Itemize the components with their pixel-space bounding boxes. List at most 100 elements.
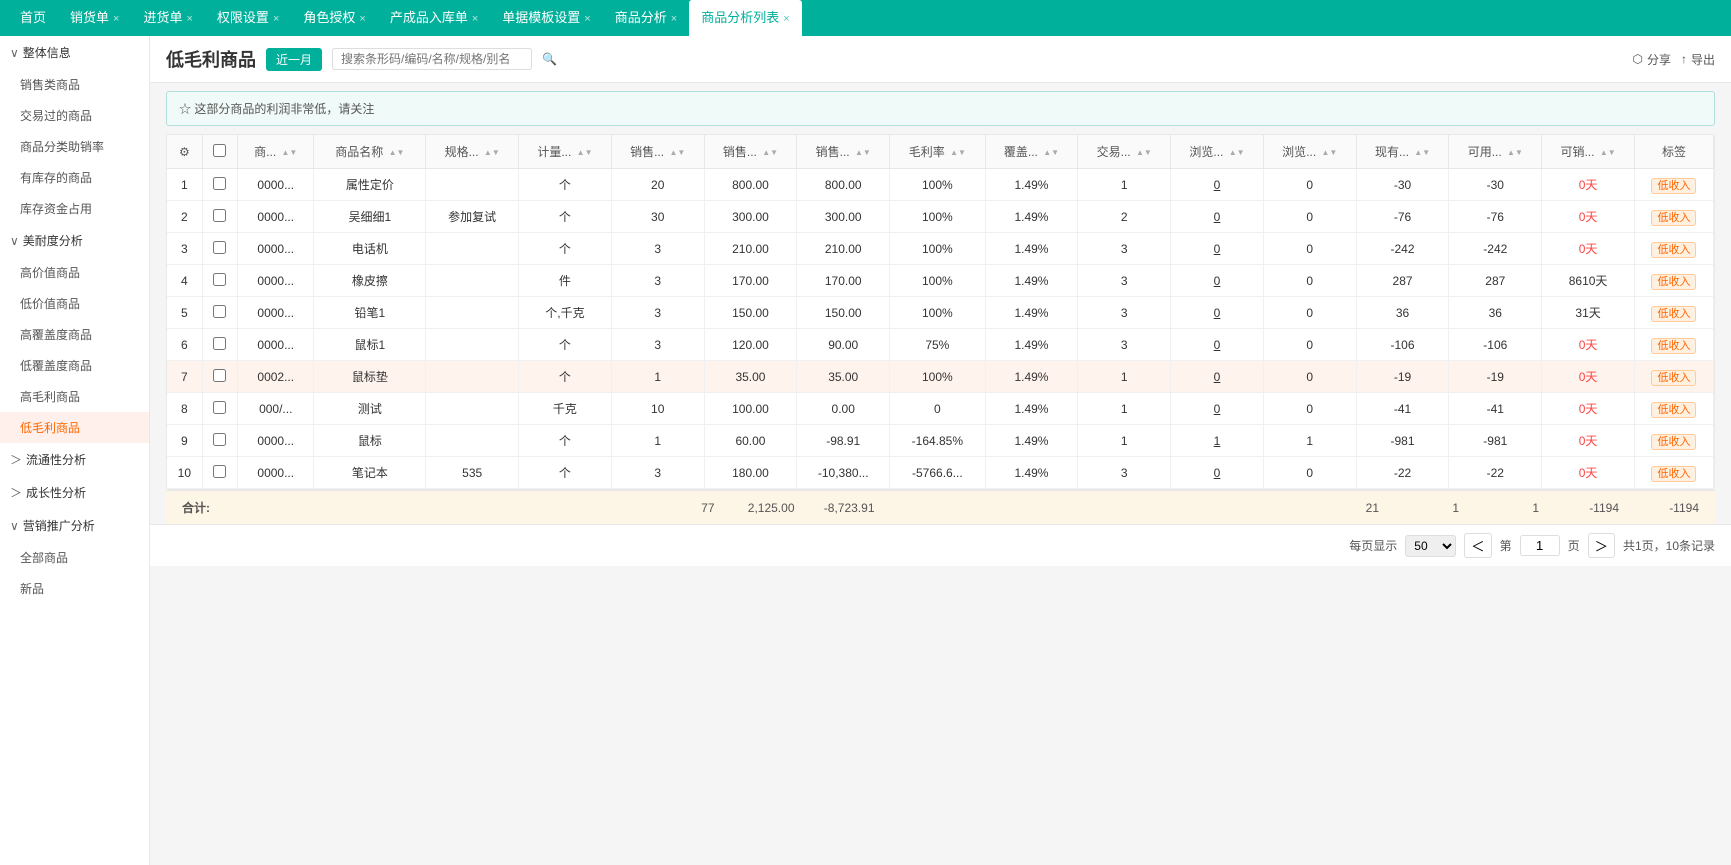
col-coverage[interactable]: 覆盖... ▲▼ [985, 135, 1078, 169]
close-analysis-list-tab[interactable]: × [783, 13, 789, 25]
nav-item-purchase[interactable]: 进货单× [131, 0, 204, 36]
col-settings[interactable]: ⚙ [167, 135, 202, 169]
row-select-checkbox[interactable] [213, 401, 226, 414]
row-view1[interactable]: 1 [1171, 425, 1264, 457]
nav-item-template[interactable]: 单据模板设置× [490, 0, 602, 36]
export-button[interactable]: ↑ 导出 [1681, 51, 1715, 68]
row-view1[interactable]: 0 [1171, 201, 1264, 233]
search-icon[interactable]: 🔍 [542, 52, 557, 66]
col-tag[interactable]: 标签 [1634, 135, 1713, 169]
sidebar-item-high-value[interactable]: 高价值商品 [0, 257, 149, 288]
per-page-select[interactable]: 50 20 100 [1405, 535, 1456, 557]
sidebar-item-in-stock[interactable]: 有库存的商品 [0, 162, 149, 193]
sidebar-item-new-goods[interactable]: 新品 [0, 573, 149, 604]
row-select-checkbox[interactable] [213, 305, 226, 318]
col-available[interactable]: 可用... ▲▼ [1449, 135, 1542, 169]
row-checkbox[interactable] [202, 361, 237, 393]
row-select-checkbox[interactable] [213, 337, 226, 350]
date-filter-button[interactable]: 近一月 [266, 48, 322, 71]
nav-item-permissions[interactable]: 权限设置× [205, 0, 291, 36]
col-saleable[interactable]: 可销... ▲▼ [1542, 135, 1635, 169]
col-current-stock[interactable]: 现有... ▲▼ [1356, 135, 1449, 169]
col-checkbox[interactable] [202, 135, 237, 169]
row-checkbox[interactable] [202, 265, 237, 297]
row-checkbox[interactable] [202, 329, 237, 361]
close-purchase-tab[interactable]: × [186, 13, 192, 25]
col-view1[interactable]: 浏览... ▲▼ [1171, 135, 1264, 169]
col-spec[interactable]: 规格... ▲▼ [426, 135, 519, 169]
sidebar-item-category-rate[interactable]: 商品分类助销率 [0, 131, 149, 162]
row-checkbox[interactable] [202, 201, 237, 233]
row-select-checkbox[interactable] [213, 465, 226, 478]
col-sales-profit[interactable]: 销售... ▲▼ [797, 135, 890, 169]
row-checkbox[interactable] [202, 425, 237, 457]
sidebar-item-low-margin[interactable]: 低毛利商品 [0, 412, 149, 443]
row-checkbox[interactable] [202, 457, 237, 489]
row-view1[interactable]: 0 [1171, 393, 1264, 425]
row-checkbox[interactable] [202, 169, 237, 201]
table-row: 9 0000... 鼠标 个 1 60.00 -98.91 -164.85% 1… [167, 425, 1714, 457]
row-view1[interactable]: 0 [1171, 265, 1264, 297]
row-gross-margin: 0 [890, 393, 985, 425]
close-permissions-tab[interactable]: × [273, 13, 279, 25]
sidebar-group-flow[interactable]: ＞ 流通性分析 [0, 443, 149, 476]
row-checkbox[interactable] [202, 297, 237, 329]
page-number-input[interactable] [1520, 535, 1560, 556]
close-analysis-tab[interactable]: × [671, 13, 677, 25]
table-row: 1 0000... 属性定价 个 20 800.00 800.00 100% 1… [167, 169, 1714, 201]
nav-item-home[interactable]: 首页 [8, 0, 58, 36]
row-view1[interactable]: 0 [1171, 329, 1264, 361]
row-checkbox[interactable] [202, 233, 237, 265]
close-template-tab[interactable]: × [584, 13, 590, 25]
sidebar-item-capital[interactable]: 库存资金占用 [0, 193, 149, 224]
sidebar-item-all-goods[interactable]: 全部商品 [0, 542, 149, 573]
close-products-tab[interactable]: × [472, 13, 478, 25]
row-select-checkbox[interactable] [213, 433, 226, 446]
row-view1[interactable]: 0 [1171, 169, 1264, 201]
col-transaction[interactable]: 交易... ▲▼ [1078, 135, 1171, 169]
close-roles-tab[interactable]: × [359, 13, 365, 25]
nav-item-products[interactable]: 产成品入库单× [378, 0, 490, 36]
share-button[interactable]: ⬡ 分享 [1632, 51, 1671, 68]
sidebar-group-growth[interactable]: ＞ 成长性分析 [0, 476, 149, 509]
sidebar-item-sales-goods[interactable]: 销售类商品 [0, 69, 149, 100]
sidebar-item-low-coverage[interactable]: 低覆盖度商品 [0, 350, 149, 381]
row-select-checkbox[interactable] [213, 177, 226, 190]
col-sales-amt[interactable]: 销售... ▲▼ [704, 135, 797, 169]
nav-item-sales[interactable]: 销货单× [58, 0, 131, 36]
row-view1[interactable]: 0 [1171, 457, 1264, 489]
row-select-checkbox[interactable] [213, 273, 226, 286]
row-view1[interactable]: 0 [1171, 361, 1264, 393]
nav-item-roles[interactable]: 角色授权× [291, 0, 377, 36]
sidebar-item-high-margin[interactable]: 高毛利商品 [0, 381, 149, 412]
row-code: 0000... [238, 297, 314, 329]
row-sales-amt: 100.00 [704, 393, 797, 425]
sidebar-group-marketing[interactable]: ∨ 营销推广分析 [0, 509, 149, 542]
col-code[interactable]: 商... ▲▼ [238, 135, 314, 169]
sidebar-group-beauty[interactable]: ∨ 美耐度分析 [0, 224, 149, 257]
nav-item-analysis[interactable]: 商品分析× [603, 0, 689, 36]
col-gross-margin[interactable]: 毛利率 ▲▼ [890, 135, 985, 169]
prev-page-button[interactable]: ＜ [1464, 533, 1491, 558]
nav-item-analysis-list[interactable]: 商品分析列表× [689, 0, 801, 36]
row-select-checkbox[interactable] [213, 369, 226, 382]
row-select-checkbox[interactable] [213, 209, 226, 222]
search-input[interactable] [332, 48, 532, 70]
col-name[interactable]: 商品名称 ▲▼ [314, 135, 426, 169]
col-unit[interactable]: 计量... ▲▼ [519, 135, 612, 169]
row-view1[interactable]: 0 [1171, 233, 1264, 265]
row-view1[interactable]: 0 [1171, 297, 1264, 329]
sidebar-group-overall[interactable]: ∨ 整体信息 [0, 36, 149, 69]
next-page-button[interactable]: ＞ [1588, 533, 1615, 558]
row-checkbox[interactable] [202, 393, 237, 425]
col-sales-qty[interactable]: 销售... ▲▼ [611, 135, 704, 169]
sidebar-item-low-value[interactable]: 低价值商品 [0, 288, 149, 319]
sidebar-item-high-coverage[interactable]: 高覆盖度商品 [0, 319, 149, 350]
select-all-checkbox[interactable] [213, 144, 226, 157]
close-sales-tab[interactable]: × [113, 13, 119, 25]
row-spec [426, 425, 519, 457]
row-no: 1 [167, 169, 202, 201]
row-select-checkbox[interactable] [213, 241, 226, 254]
sidebar-item-traded-goods[interactable]: 交易过的商品 [0, 100, 149, 131]
col-view2[interactable]: 浏览... ▲▼ [1263, 135, 1356, 169]
